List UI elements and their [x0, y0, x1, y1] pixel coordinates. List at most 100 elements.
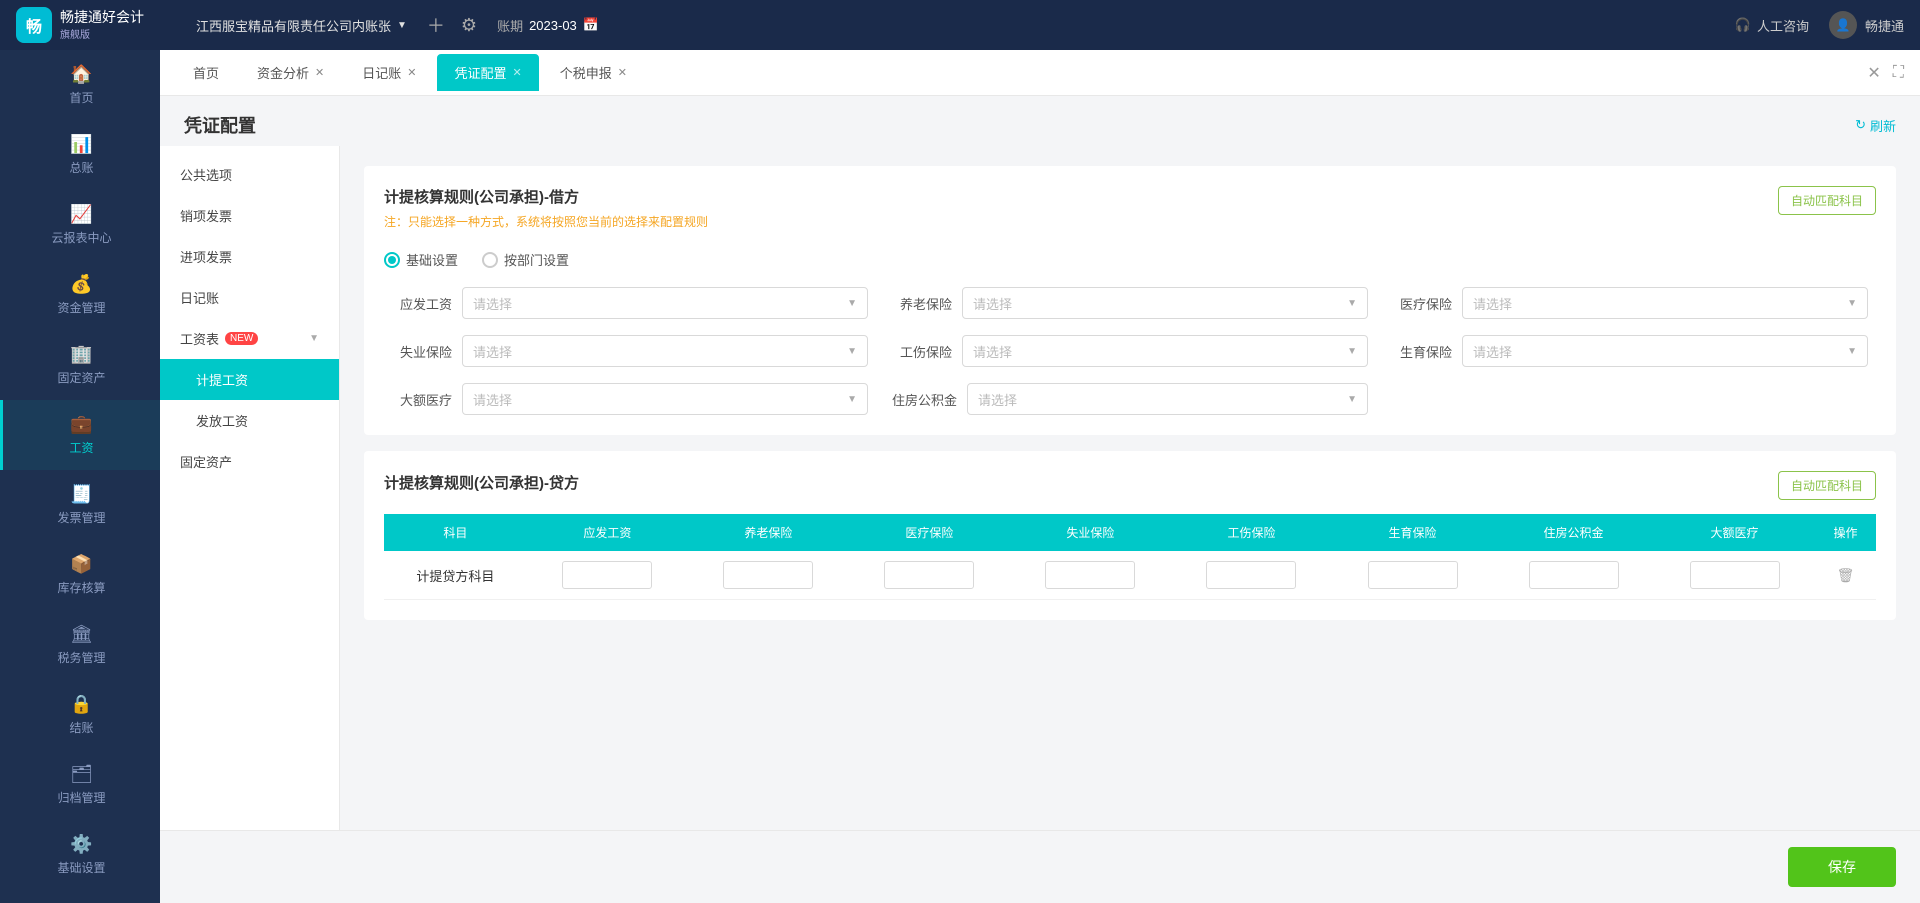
- chevron-gjj: ▼: [1347, 394, 1357, 405]
- refresh-button[interactable]: ↻ 刷新: [1855, 116, 1896, 135]
- sub-nav-wage-table[interactable]: 工资表 NEW ▼: [160, 318, 339, 359]
- col-action: 操作: [1815, 514, 1876, 551]
- chevron-yfgz: ▼: [847, 298, 857, 309]
- auto-match-debit-button[interactable]: 自动匹配科目: [1778, 186, 1876, 215]
- invoice-icon: 🧾: [70, 484, 92, 505]
- input-yfgz[interactable]: [562, 561, 652, 589]
- sub-nav-purchase[interactable]: 进项发票: [160, 236, 339, 277]
- radio-basic-dot: [388, 256, 396, 264]
- sidebar-label-inventory: 库存核算: [57, 579, 105, 596]
- debit-section: 计提核算规则(公司承担)-借方 注：只能选择一种方式，系统将按照您当前的选择来配…: [364, 166, 1896, 435]
- form-item-gjj: 住房公积金 请选择 ▼: [892, 383, 1368, 415]
- debit-form-grid: 应发工资 请选择 ▼ 养老保险 请选择 ▼: [384, 287, 1876, 415]
- tab-journal-close[interactable]: ✕: [407, 66, 416, 79]
- logo-area: 畅 畅捷通好会计 旗舰版: [16, 7, 176, 43]
- service-button[interactable]: 🎧 人工咨询: [1735, 16, 1809, 35]
- sidebar-item-archive[interactable]: 🗂 归档管理: [0, 750, 160, 820]
- sidebar-item-invoice[interactable]: 🧾 发票管理: [0, 470, 160, 540]
- select-gsbx[interactable]: 请选择 ▼: [962, 335, 1368, 367]
- add-icon[interactable]: ＋: [427, 12, 445, 38]
- company-selector[interactable]: 江西服宝精品有限责任公司内账张 ▼: [196, 16, 407, 35]
- tab-home[interactable]: 首页: [176, 54, 236, 91]
- funds-icon: 💰: [70, 274, 92, 295]
- sidebar-item-reports[interactable]: 📈 云报表中心: [0, 190, 160, 260]
- home-icon: 🏠: [70, 64, 92, 85]
- sub-nav-sales[interactable]: 销项发票: [160, 195, 339, 236]
- save-button[interactable]: 保存: [1788, 847, 1896, 887]
- tab-tax[interactable]: 个税申报 ✕: [543, 54, 644, 91]
- select-dely[interactable]: 请选择 ▼: [462, 383, 868, 415]
- label-sybx2: 生育保险: [1392, 342, 1452, 361]
- label-ylbx2: 医疗保险: [1392, 294, 1452, 313]
- refresh-label: 刷新: [1870, 116, 1896, 135]
- sidebar-item-basic[interactable]: ⚙️ 基础设置: [0, 820, 160, 890]
- tab-voucher-label: 凭证配置: [454, 63, 506, 82]
- auto-match-credit-button[interactable]: 自动匹配科目: [1778, 471, 1876, 500]
- select-ylbx2[interactable]: 请选择 ▼: [1462, 287, 1868, 319]
- sub-nav-fixed-asset[interactable]: 固定资产: [160, 441, 339, 482]
- inventory-icon: 📦: [70, 554, 92, 575]
- tab-journal-label: 日记账: [362, 63, 401, 82]
- user-area[interactable]: 👤 畅捷通: [1829, 11, 1904, 39]
- sidebar-item-inventory[interactable]: 📦 库存核算: [0, 540, 160, 610]
- service-label: 人工咨询: [1757, 16, 1809, 35]
- sidebar-item-tax[interactable]: 🏛 税务管理: [0, 610, 160, 680]
- tab-tax-close[interactable]: ✕: [618, 66, 627, 79]
- sub-nav-wage-pay[interactable]: 发放工资: [160, 400, 339, 441]
- calendar-icon[interactable]: 📅: [583, 17, 599, 33]
- col-ylbx2: 医疗保险: [849, 514, 1010, 551]
- main-content: 计提核算规则(公司承担)-借方 注：只能选择一种方式，系统将按照您当前的选择来配…: [340, 146, 1920, 830]
- select-ylbx[interactable]: 请选择 ▼: [962, 287, 1368, 319]
- input-ylbx2[interactable]: [884, 561, 974, 589]
- sidebar-item-general[interactable]: 📊 总账: [0, 120, 160, 190]
- input-dely[interactable]: [1690, 561, 1780, 589]
- select-yfgz[interactable]: 请选择 ▼: [462, 287, 868, 319]
- radio-dept[interactable]: 按部门设置: [482, 250, 569, 269]
- tab-expand-icon[interactable]: ⛶: [1893, 64, 1904, 82]
- top-bar: 畅 畅捷通好会计 旗舰版 江西服宝精品有限责任公司内账张 ▼ ＋ ⚙ 账期 20…: [0, 0, 1920, 50]
- sub-nav-public[interactable]: 公共选项: [160, 154, 339, 195]
- inner-layout: 公共选项 销项发票 进项发票 日记账 工资表 NEW ▼: [160, 146, 1920, 830]
- sub-nav-journal[interactable]: 日记账: [160, 277, 339, 318]
- sidebar-item-funds[interactable]: 💰 资金管理: [0, 260, 160, 330]
- tab-voucher[interactable]: 凭证配置 ✕: [437, 54, 538, 91]
- sidebar-item-assets[interactable]: 🏢 固定资产: [0, 330, 160, 400]
- input-gjj[interactable]: [1529, 561, 1619, 589]
- settings-icon[interactable]: ⚙: [461, 15, 477, 36]
- tab-funds-close[interactable]: ✕: [315, 66, 324, 79]
- sidebar-label-general: 总账: [69, 159, 93, 176]
- user-name: 畅捷通: [1865, 16, 1904, 35]
- sub-nav-wage-calc[interactable]: 计提工资: [160, 359, 339, 400]
- chevron-sybx2: ▼: [1847, 346, 1857, 357]
- form-item-dely: 大额医疗 请选择 ▼: [392, 383, 868, 415]
- tab-journal[interactable]: 日记账 ✕: [345, 54, 433, 91]
- input-sybx[interactable]: [1045, 561, 1135, 589]
- sidebar-item-home[interactable]: 🏠 首页: [0, 50, 160, 120]
- sidebar-item-close[interactable]: 🔒 结账: [0, 680, 160, 750]
- input-sybx2[interactable]: [1368, 561, 1458, 589]
- tab-close-all-icon[interactable]: ✕: [1867, 63, 1880, 83]
- table-header: 科目 应发工资 养老保险 医疗保险 失业保险 工伤保险 生育保险 住房公积金 大: [384, 514, 1876, 551]
- close-accounts-icon: 🔒: [70, 694, 92, 715]
- input-gsbx[interactable]: [1206, 561, 1296, 589]
- zhangqi-value: 2023-03: [529, 18, 577, 33]
- radio-basic[interactable]: 基础设置: [384, 250, 458, 269]
- select-sybx[interactable]: 请选择 ▼: [462, 335, 868, 367]
- label-dely: 大额医疗: [392, 390, 452, 409]
- sidebar-item-salary[interactable]: 💼 工资: [0, 400, 160, 470]
- tab-bar: 首页 资金分析 ✕ 日记账 ✕ 凭证配置 ✕ 个税申报 ✕ ✕ ⛶: [160, 50, 1920, 96]
- delete-row-button[interactable]: 🗑: [1837, 567, 1855, 583]
- company-name: 江西服宝精品有限责任公司内账张: [196, 16, 391, 35]
- tab-voucher-close[interactable]: ✕: [513, 66, 522, 79]
- cell-action: 🗑: [1815, 551, 1876, 600]
- top-right: 🎧 人工咨询 👤 畅捷通: [1735, 11, 1904, 39]
- input-ylbx[interactable]: [723, 561, 813, 589]
- col-ylbx: 养老保险: [688, 514, 849, 551]
- sidebar-item-guide[interactable]: 🆕 新手引导: [0, 890, 160, 903]
- select-sybx2[interactable]: 请选择 ▼: [1462, 335, 1868, 367]
- label-sybx: 失业保险: [392, 342, 452, 361]
- cell-gjj: [1493, 551, 1654, 600]
- radio-basic-circle: [384, 252, 400, 268]
- select-gjj[interactable]: 请选择 ▼: [967, 383, 1368, 415]
- tab-funds[interactable]: 资金分析 ✕: [240, 54, 341, 91]
